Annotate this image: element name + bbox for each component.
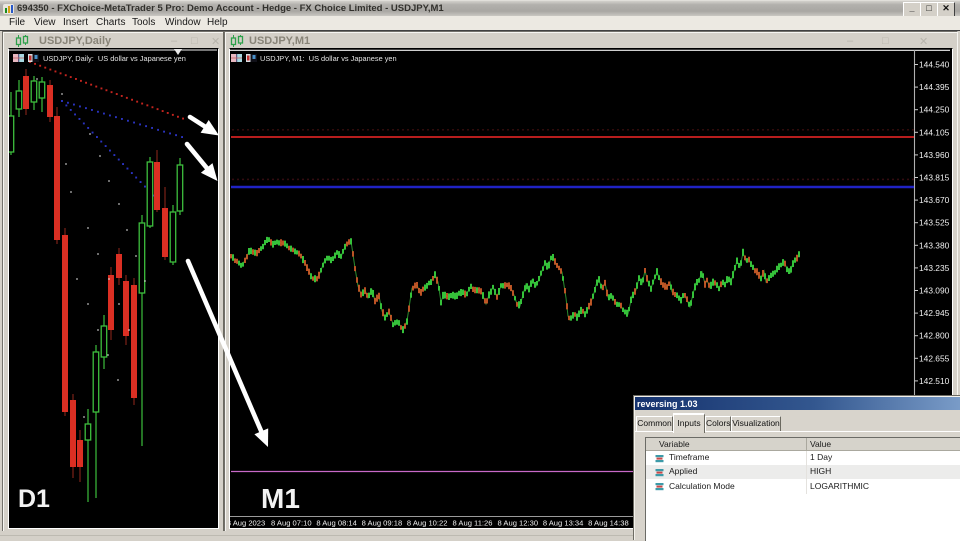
- svg-text:8 Aug 10:22: 8 Aug 10:22: [407, 519, 448, 528]
- svg-text:142.510: 142.510: [919, 376, 950, 386]
- svg-text:142.655: 142.655: [919, 353, 950, 363]
- svg-text:143.960: 143.960: [919, 150, 950, 160]
- svg-text:144.250: 144.250: [919, 105, 950, 115]
- svg-text:142.945: 142.945: [919, 308, 950, 318]
- svg-text:8 Aug 13:34: 8 Aug 13:34: [543, 519, 584, 528]
- svg-text:8 Aug 14:38: 8 Aug 14:38: [588, 519, 629, 528]
- svg-text:143.380: 143.380: [919, 240, 950, 250]
- svg-text:M1: M1: [261, 483, 300, 514]
- svg-text:144.540: 144.540: [919, 60, 950, 70]
- svg-text:142.800: 142.800: [919, 331, 950, 341]
- svg-text:143.815: 143.815: [919, 173, 950, 183]
- svg-text:8 Aug 08:14: 8 Aug 08:14: [316, 519, 357, 528]
- svg-text:143.235: 143.235: [919, 263, 950, 273]
- svg-text:USDJPY, M1: US dollar vs Japa: USDJPY, M1: US dollar vs Japanese yen: [260, 54, 397, 63]
- svg-text:8 Aug 11:26: 8 Aug 11:26: [453, 519, 493, 528]
- svg-text:8 Aug 12:30: 8 Aug 12:30: [498, 519, 539, 528]
- svg-text:144.395: 144.395: [919, 82, 950, 92]
- svg-text:143.670: 143.670: [919, 195, 950, 205]
- svg-text:8 Aug 2023: 8 Aug 2023: [230, 519, 265, 528]
- svg-text:8 Aug 09:18: 8 Aug 09:18: [362, 519, 403, 528]
- svg-text:D1: D1: [18, 485, 50, 513]
- svg-text:8 Aug 07:10: 8 Aug 07:10: [271, 519, 312, 528]
- svg-text:USDJPY, Daily: US dollar vs J: USDJPY, Daily: US dollar vs Japanese yen: [43, 54, 186, 63]
- svg-text:143.090: 143.090: [919, 286, 950, 296]
- svg-text:144.105: 144.105: [919, 127, 950, 137]
- svg-text:143.525: 143.525: [919, 218, 950, 228]
